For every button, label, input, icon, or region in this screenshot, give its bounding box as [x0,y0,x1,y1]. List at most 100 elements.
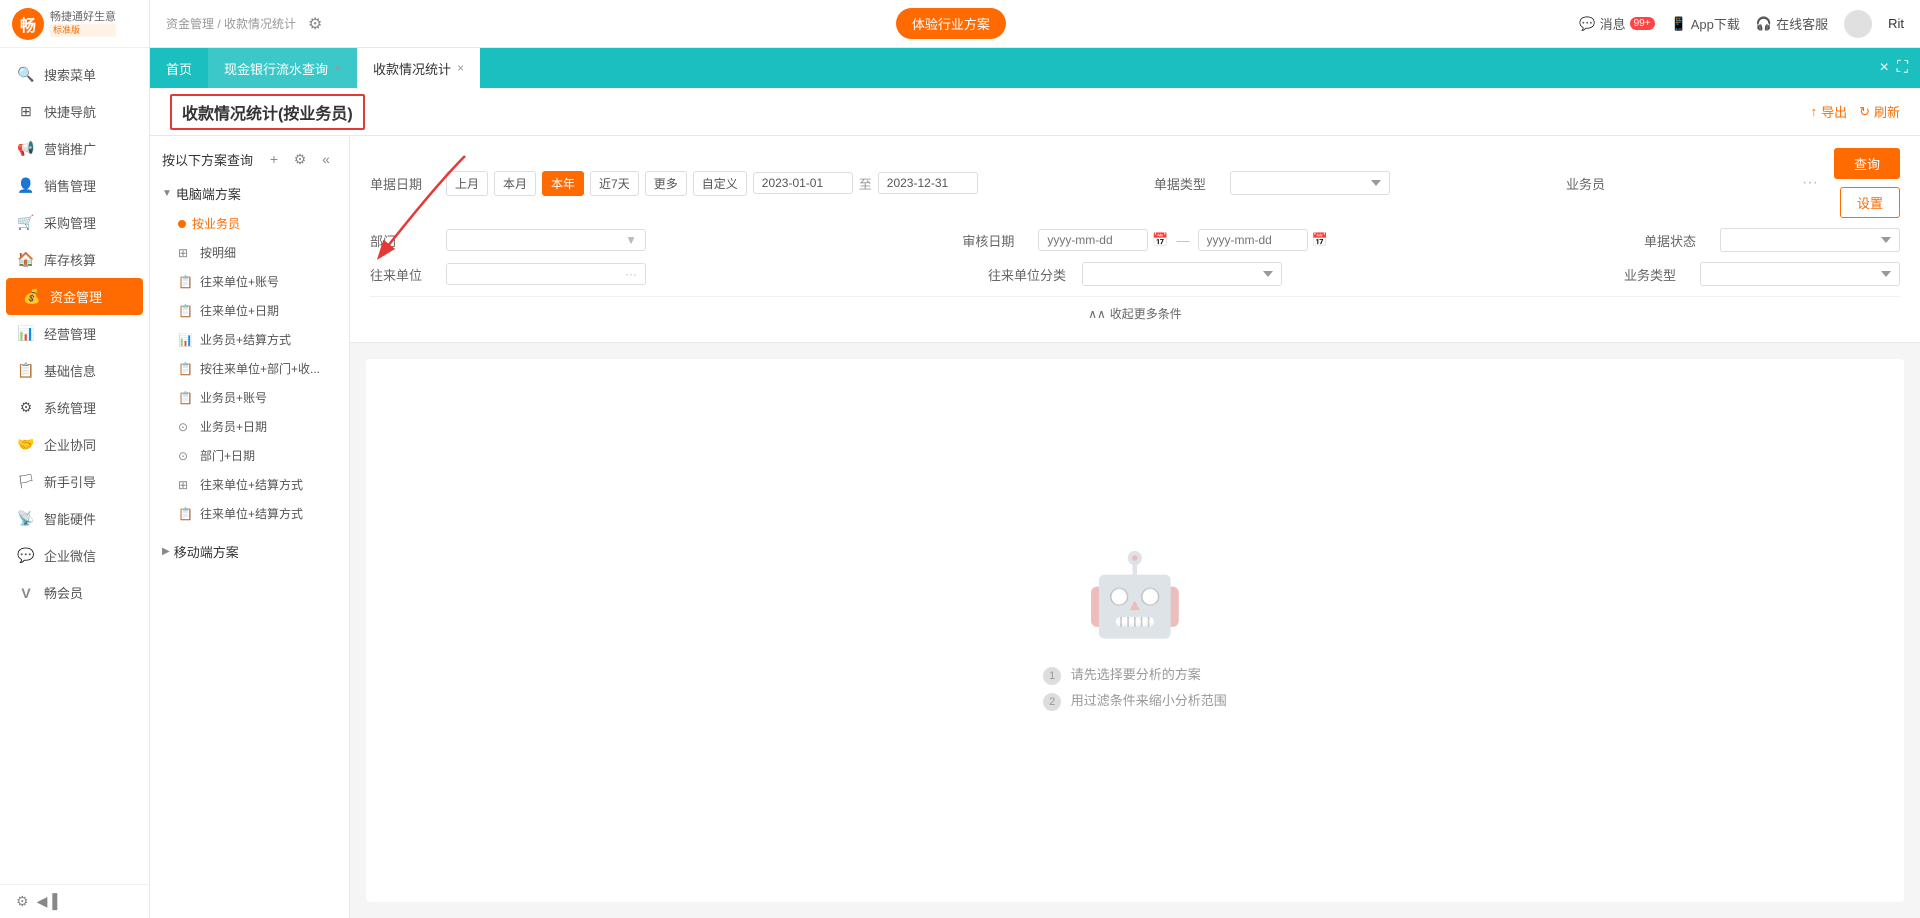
add-scheme-button[interactable]: + [263,148,285,170]
date-quick-buttons: 上月 本月 本年 近7天 更多 自定义 至 [446,171,978,196]
tab-expand-icon[interactable]: ⛶ [1897,59,1908,77]
date-from-input[interactable] [753,172,853,194]
sidebar-item-purchase[interactable]: 🛒 采购管理 [0,204,149,241]
scheme-item-partner-date[interactable]: 📋 往来单位+日期 [158,296,341,325]
scheme-setting-button[interactable]: ⚙ [289,148,311,170]
sidebar-nav: 🔍 搜索菜单 ⊞ 快捷导航 📢 营销推广 👤 销售管理 🛒 采购管理 🏠 库存核… [0,48,149,884]
topbar-left: 资金管理 / 收款情况统计 ⚙ [166,14,322,34]
dept-dropdown-icon[interactable]: ▼ [625,233,637,247]
sidebar-item-hardware[interactable]: 📡 智能硬件 [0,500,149,537]
date-this-month[interactable]: 本月 [494,171,536,196]
date-custom[interactable]: 自定义 [693,171,747,196]
active-dot-icon [178,220,186,228]
app-download-button[interactable]: 📱 App下载 [1671,14,1740,33]
filter-right-buttons: 查询 设置 [1834,148,1900,218]
audit-to-input[interactable] [1198,229,1308,251]
scheme-item-partner-dept[interactable]: 📋 按往来单位+部门+收... [158,354,341,383]
collapse-more-button[interactable]: ∧∧ 收起更多条件 [370,296,1900,330]
desktop-section-arrow: ▼ [162,188,172,199]
breadcrumb: 资金管理 / 收款情况统计 [166,15,296,32]
audit-cal-to-icon: 📅 [1312,232,1328,248]
user-name: Rit [1888,16,1904,31]
sidebar-bottom: ⚙ ◀▐ [0,884,149,918]
scheme-item-salesperson-account[interactable]: 📋 业务员+账号 [158,383,341,412]
set-button[interactable]: 设置 [1840,187,1900,218]
counterpart-input-wrap: ··· [446,263,646,285]
grid-icon: ⊞ [16,103,36,120]
sidebar-item-nav[interactable]: ⊞ 快捷导航 [0,93,149,130]
salesperson-dots[interactable]: ··· [1802,174,1818,192]
tab-receipt[interactable]: 收款情况统计 × [357,48,480,88]
tab-close-bank[interactable]: × [334,61,341,75]
date-more[interactable]: 更多 [645,171,687,196]
sidebar-item-guide[interactable]: 🏳 新手引导 [0,463,149,500]
date-to-input[interactable] [878,172,978,194]
scheme-item-dept-date[interactable]: ⊙ 部门+日期 [158,441,341,470]
trial-button[interactable]: 体验行业方案 [896,8,1006,39]
tab-bank[interactable]: 现金银行流水查询 × [208,48,357,88]
counterpart-input[interactable] [455,267,625,281]
detail-icon: ⊞ [178,246,194,260]
scheme-item-detail[interactable]: ⊞ 按明细 [158,238,341,267]
date-7-days[interactable]: 近7天 [590,171,639,196]
collapse-scheme-button[interactable]: « [315,148,337,170]
step2-number: 2 [1043,693,1061,711]
export-button[interactable]: ↑ 导出 [1811,102,1848,121]
scheme-item-partner-settlement2[interactable]: 📋 往来单位+结算方式 [158,499,341,528]
sidebar-item-corp[interactable]: 🤝 企业协同 [0,426,149,463]
sidebar-item-member[interactable]: V 畅会员 [0,574,149,611]
tab-close-all-icon[interactable]: × [1879,59,1888,77]
sidebar-item-wechat[interactable]: 💬 企业微信 [0,537,149,574]
sidebar-item-search[interactable]: 🔍 搜索菜单 [0,56,149,93]
user-avatar[interactable] [1844,10,1872,38]
audit-from-input[interactable] [1038,229,1148,251]
desktop-section-title[interactable]: ▼ 电脑端方案 [158,178,341,209]
scheme-section-mobile: ▶ 移动端方案 [150,536,349,567]
service-button[interactable]: 🎧 在线客服 [1756,14,1828,33]
page-actions: ↑ 导出 ↻ 刷新 [1811,102,1900,121]
tab-close-receipt[interactable]: × [457,61,464,75]
counterpart-dots-icon[interactable]: ··· [625,267,637,281]
filter-row-3: 往来单位 ··· 往来单位分类 业务类型 [370,262,1900,286]
partner-dept-icon: 📋 [178,362,194,376]
scheme-item-partner-account[interactable]: 📋 往来单位+账号 [158,267,341,296]
counterpart-type-select[interactable] [1082,262,1282,286]
mobile-section-title[interactable]: ▶ 移动端方案 [158,536,341,567]
scheme-item-salesperson-settlement[interactable]: 📊 业务员+结算方式 [158,325,341,354]
scheme-panel-header: 按以下方案查询 + ⚙ « [150,136,349,178]
dept-input[interactable] [455,233,625,247]
sidebar-item-operations[interactable]: 📊 经营管理 [0,315,149,352]
sidebar-item-inventory[interactable]: 🏠 库存核算 [0,241,149,278]
biz-type-label: 业务类型 [1624,265,1684,284]
collapse-sidebar-icon[interactable]: ◀▐ [37,893,58,910]
doc-status-select[interactable] [1720,228,1900,252]
partner-settlement2-icon: 📋 [178,507,194,521]
query-button[interactable]: 查询 [1834,148,1900,179]
sales-icon: 👤 [16,177,36,194]
doc-type-select[interactable] [1230,171,1390,195]
filter-main: 单据日期 上月 本月 本年 近7天 更多 自定义 至 单据类型 [350,136,1920,918]
sidebar-item-basic[interactable]: 📋 基础信息 [0,352,149,389]
scheme-item-by-salesperson[interactable]: 按业务员 [158,209,341,238]
date-this-year[interactable]: 本年 [542,171,584,196]
settings-bottom-icon[interactable]: ⚙ [16,893,29,910]
message-button[interactable]: 💬 消息 99+ [1579,14,1654,33]
doc-status-label: 单据状态 [1644,231,1704,250]
sidebar-item-system[interactable]: ⚙ 系统管理 [0,389,149,426]
tab-home[interactable]: 首页 [150,48,208,88]
topbar-gear-icon[interactable]: ⚙ [308,14,322,34]
service-icon: 🎧 [1756,16,1772,32]
refresh-button[interactable]: ↻ 刷新 [1859,102,1900,121]
finance-icon: 💰 [22,288,42,305]
audit-cal-from-icon: 📅 [1152,232,1168,248]
corp-icon: 🤝 [16,436,36,453]
date-last-month[interactable]: 上月 [446,171,488,196]
sidebar-item-sales[interactable]: 👤 销售管理 [0,167,149,204]
sidebar-item-marketing[interactable]: 📢 营销推广 [0,130,149,167]
biz-type-select[interactable] [1700,262,1900,286]
logo-area: 畅 畅捷通好生意 标准版 [0,0,149,48]
scheme-item-partner-settlement1[interactable]: ⊞ 往来单位+结算方式 [158,470,341,499]
sidebar-item-finance[interactable]: 💰 资金管理 [6,278,143,315]
scheme-item-salesperson-date[interactable]: ⊙ 业务员+日期 [158,412,341,441]
operations-icon: 📊 [16,325,36,342]
